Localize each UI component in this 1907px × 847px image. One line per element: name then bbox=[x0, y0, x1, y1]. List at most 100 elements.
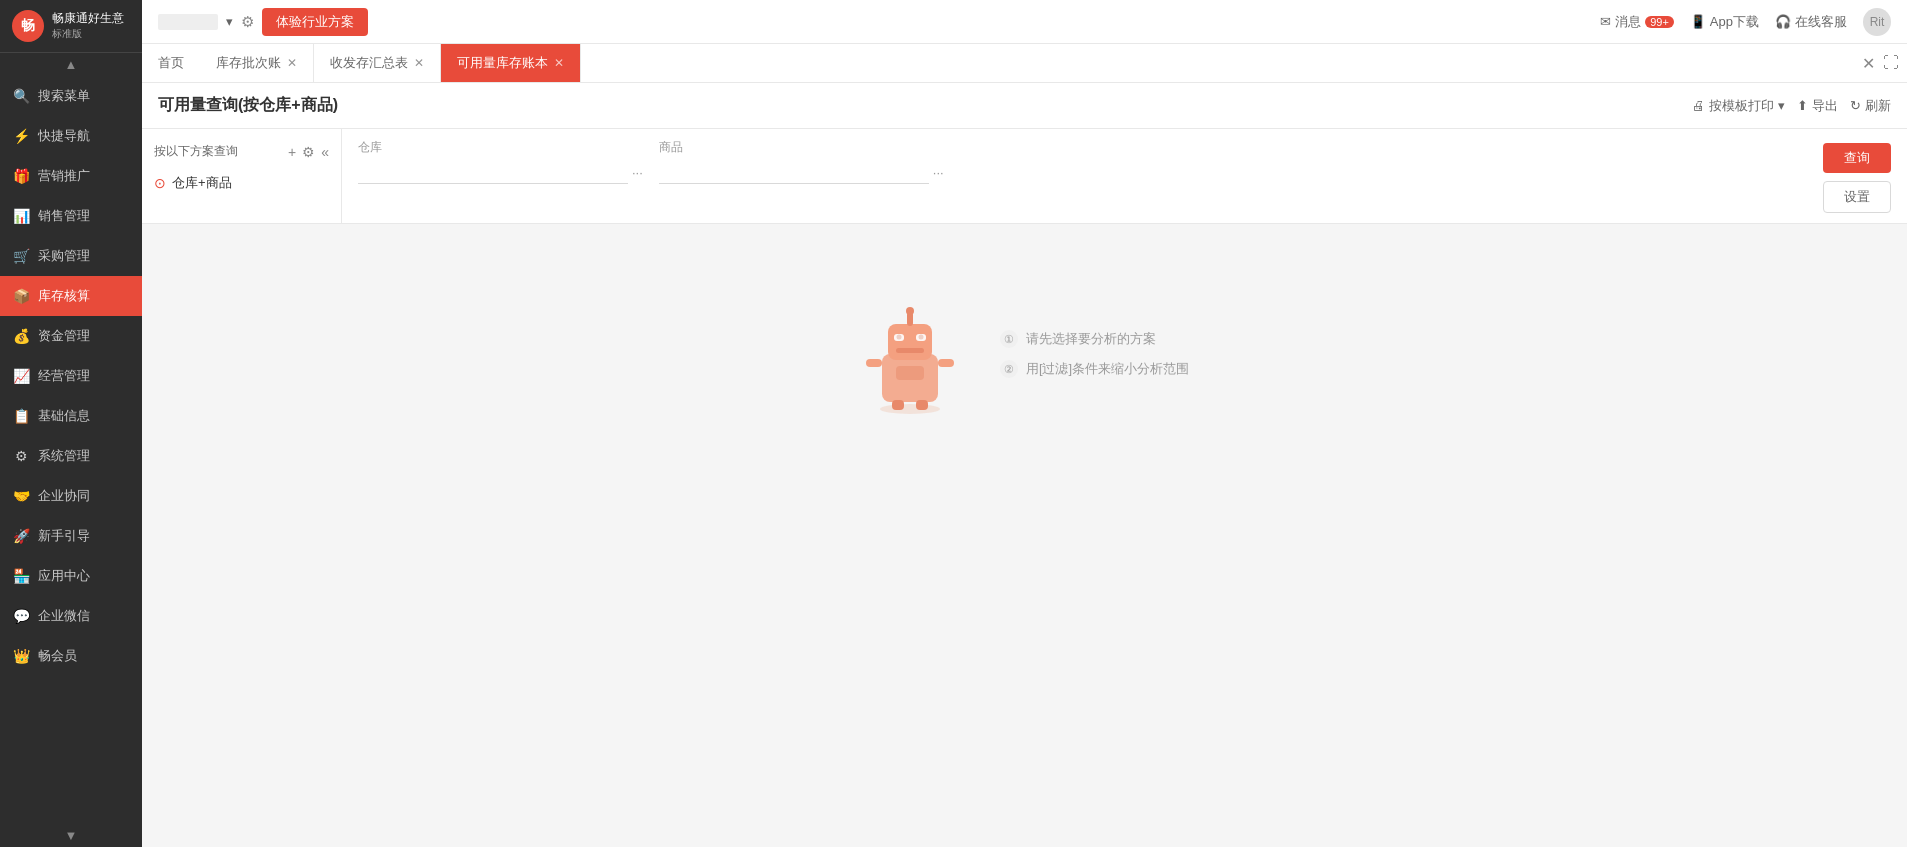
tabs-right-actions: ✕ ⛶ bbox=[1854, 54, 1907, 73]
app-badge: 标准版 bbox=[52, 27, 124, 41]
sidebar-item-quicknav[interactable]: ⚡ 快捷导航 bbox=[0, 116, 142, 156]
hint-text-1: 请先选择要分析的方案 bbox=[1026, 330, 1156, 348]
tab-close-inventory-batch[interactable]: ✕ bbox=[287, 56, 297, 70]
tabs-bar: 首页 库存批次账 ✕ 收发存汇总表 ✕ 可用量库存账本 ✕ ✕ ⛶ bbox=[142, 44, 1907, 83]
app-download-label: App下载 bbox=[1710, 13, 1759, 31]
sidebar-item-label: 搜索菜单 bbox=[38, 87, 90, 105]
sidebar-item-purchase[interactable]: 🛒 采购管理 bbox=[0, 236, 142, 276]
message-badge: 99+ bbox=[1645, 16, 1674, 28]
refresh-btn[interactable]: ↻ 刷新 bbox=[1850, 97, 1891, 115]
headset-icon: 🎧 bbox=[1775, 14, 1791, 29]
hint-item-2: ② 用[过滤]条件来缩小分析范围 bbox=[1000, 360, 1189, 378]
svg-rect-14 bbox=[896, 366, 924, 380]
product-more-btn[interactable]: ··· bbox=[933, 165, 944, 180]
svg-point-8 bbox=[918, 335, 923, 340]
warehouse-input[interactable] bbox=[358, 160, 628, 184]
collapse-sidebar-btn[interactable]: « bbox=[321, 144, 329, 160]
sidebar-item-appstore[interactable]: 🏪 应用中心 bbox=[0, 556, 142, 596]
sidebar-item-operations[interactable]: 📈 经营管理 bbox=[0, 356, 142, 396]
refresh-icon: ↻ bbox=[1850, 98, 1861, 113]
query-area: 按以下方案查询 + ⚙ « ⊙ 仓库+商品 仓库 bbox=[142, 129, 1907, 224]
basic-info-icon: 📋 bbox=[12, 408, 30, 424]
sidebar-item-sales[interactable]: 📊 销售管理 bbox=[0, 196, 142, 236]
product-input[interactable] bbox=[659, 160, 929, 184]
query-sidebar-header: 按以下方案查询 + ⚙ « bbox=[142, 139, 341, 168]
empty-robot-illustration bbox=[860, 304, 960, 404]
member-icon: 👑 bbox=[12, 648, 30, 664]
app-download-btn[interactable]: 📱 App下载 bbox=[1690, 13, 1759, 31]
scheme-icon: ⊙ bbox=[154, 175, 166, 191]
sidebar-item-label: 营销推广 bbox=[38, 167, 90, 185]
tab-expand-icon[interactable]: ⛶ bbox=[1883, 54, 1899, 72]
inventory-icon: 📦 bbox=[12, 288, 30, 304]
tab-available-inventory[interactable]: 可用量库存账本 ✕ bbox=[441, 44, 581, 82]
page-title: 可用量查询(按仓库+商品) bbox=[158, 95, 338, 116]
svg-point-4 bbox=[906, 307, 914, 315]
user-avatar[interactable]: Rit bbox=[1863, 8, 1891, 36]
sidebar-item-member[interactable]: 👑 畅会员 bbox=[0, 636, 142, 676]
sidebar-item-basic-info[interactable]: 📋 基础信息 bbox=[0, 396, 142, 436]
guide-icon: 🚀 bbox=[12, 528, 30, 544]
add-scheme-btn[interactable]: + bbox=[288, 144, 296, 160]
sidebar-item-wechat[interactable]: 💬 企业微信 bbox=[0, 596, 142, 636]
industry-btn[interactable]: 体验行业方案 bbox=[262, 8, 368, 36]
topbar-gear-icon[interactable]: ⚙ bbox=[241, 13, 254, 31]
sidebar-item-search[interactable]: 🔍 搜索菜单 bbox=[0, 76, 142, 116]
tab-close-icon[interactable]: ✕ bbox=[1862, 54, 1875, 73]
operations-icon: 📈 bbox=[12, 368, 30, 384]
topbar-dropdown[interactable]: ▾ bbox=[226, 14, 233, 29]
query-scheme-sidebar: 按以下方案查询 + ⚙ « ⊙ 仓库+商品 bbox=[142, 129, 342, 223]
sidebar-item-marketing[interactable]: 🎁 营销推广 bbox=[0, 156, 142, 196]
setting-scheme-btn[interactable]: ⚙ bbox=[302, 144, 315, 160]
svg-rect-10 bbox=[866, 359, 882, 367]
page-content: 可用量查询(按仓库+商品) 🖨 按模板打印 ▾ ⬆ 导出 ↻ 刷新 bbox=[142, 83, 1907, 847]
tab-close-stock-summary[interactable]: ✕ bbox=[414, 56, 424, 70]
sidebar-scroll-up[interactable]: ▲ bbox=[0, 53, 142, 76]
sidebar-item-inventory[interactable]: 📦 库存核算 bbox=[0, 276, 142, 316]
sidebar-item-label: 销售管理 bbox=[38, 207, 90, 225]
message-icon: ✉ bbox=[1600, 14, 1611, 29]
logo-icon: 畅 bbox=[12, 10, 44, 42]
query-field-warehouse: 仓库 ··· bbox=[358, 139, 643, 184]
hint-num-2: ② bbox=[1000, 360, 1018, 378]
sidebar-item-enterprise[interactable]: 🤝 企业协同 bbox=[0, 476, 142, 516]
sidebar-item-finance[interactable]: 💰 资金管理 bbox=[0, 316, 142, 356]
chevron-down-icon: ▾ bbox=[226, 14, 233, 29]
sidebar-item-guide[interactable]: 🚀 新手引导 bbox=[0, 516, 142, 556]
sidebar-item-label: 畅会员 bbox=[38, 647, 77, 665]
svg-rect-11 bbox=[938, 359, 954, 367]
online-service-btn[interactable]: 🎧 在线客服 bbox=[1775, 13, 1847, 31]
empty-state-content: ① 请先选择要分析的方案 ② 用[过滤]条件来缩小分析范围 bbox=[860, 304, 1189, 404]
sidebar: 畅 畅康通好生意 标准版 ▲ 🔍 搜索菜单 ⚡ 快捷导航 🎁 营销推广 📊 销售… bbox=[0, 0, 142, 847]
message-label: 消息 bbox=[1615, 13, 1641, 31]
sidebar-item-system[interactable]: ⚙ 系统管理 bbox=[0, 436, 142, 476]
sidebar-scroll-down[interactable]: ▼ bbox=[0, 824, 142, 847]
hint-item-1: ① 请先选择要分析的方案 bbox=[1000, 330, 1189, 348]
sidebar-logo: 畅 畅康通好生意 标准版 bbox=[0, 0, 142, 53]
query-submit-btn[interactable]: 查询 bbox=[1823, 143, 1891, 173]
print-btn[interactable]: 🖨 按模板打印 ▾ bbox=[1692, 97, 1785, 115]
breadcrumb-text bbox=[158, 14, 218, 30]
warehouse-label: 仓库 bbox=[358, 139, 643, 156]
query-scheme-item[interactable]: ⊙ 仓库+商品 bbox=[142, 168, 341, 198]
sidebar-item-label: 资金管理 bbox=[38, 327, 90, 345]
marketing-icon: 🎁 bbox=[12, 168, 30, 184]
tab-inventory-batch[interactable]: 库存批次账 ✕ bbox=[200, 44, 314, 82]
sidebar-item-label: 采购管理 bbox=[38, 247, 90, 265]
print-dropdown-icon: ▾ bbox=[1778, 98, 1785, 113]
tab-stock-summary[interactable]: 收发存汇总表 ✕ bbox=[314, 44, 441, 82]
svg-rect-12 bbox=[892, 400, 904, 410]
purchase-icon: 🛒 bbox=[12, 248, 30, 264]
warehouse-more-btn[interactable]: ··· bbox=[632, 165, 643, 180]
tab-close-available-inventory[interactable]: ✕ bbox=[554, 56, 564, 70]
tab-home[interactable]: 首页 bbox=[142, 44, 200, 82]
query-settings-btn[interactable]: 设置 bbox=[1823, 181, 1891, 213]
message-btn[interactable]: ✉ 消息 99+ bbox=[1600, 13, 1674, 31]
export-btn[interactable]: ⬆ 导出 bbox=[1797, 97, 1838, 115]
sidebar-nav: 🔍 搜索菜单 ⚡ 快捷导航 🎁 营销推广 📊 销售管理 🛒 采购管理 📦 库存核… bbox=[0, 76, 142, 824]
main-area: ▾ ⚙ 体验行业方案 ✉ 消息 99+ 📱 App下载 🎧 在线客服 Rit bbox=[142, 0, 1907, 847]
finance-icon: 💰 bbox=[12, 328, 30, 344]
search-icon: 🔍 bbox=[12, 88, 30, 104]
query-main: 仓库 ··· 商品 ··· 查询 设置 bbox=[342, 129, 1907, 223]
export-icon: ⬆ bbox=[1797, 98, 1808, 113]
